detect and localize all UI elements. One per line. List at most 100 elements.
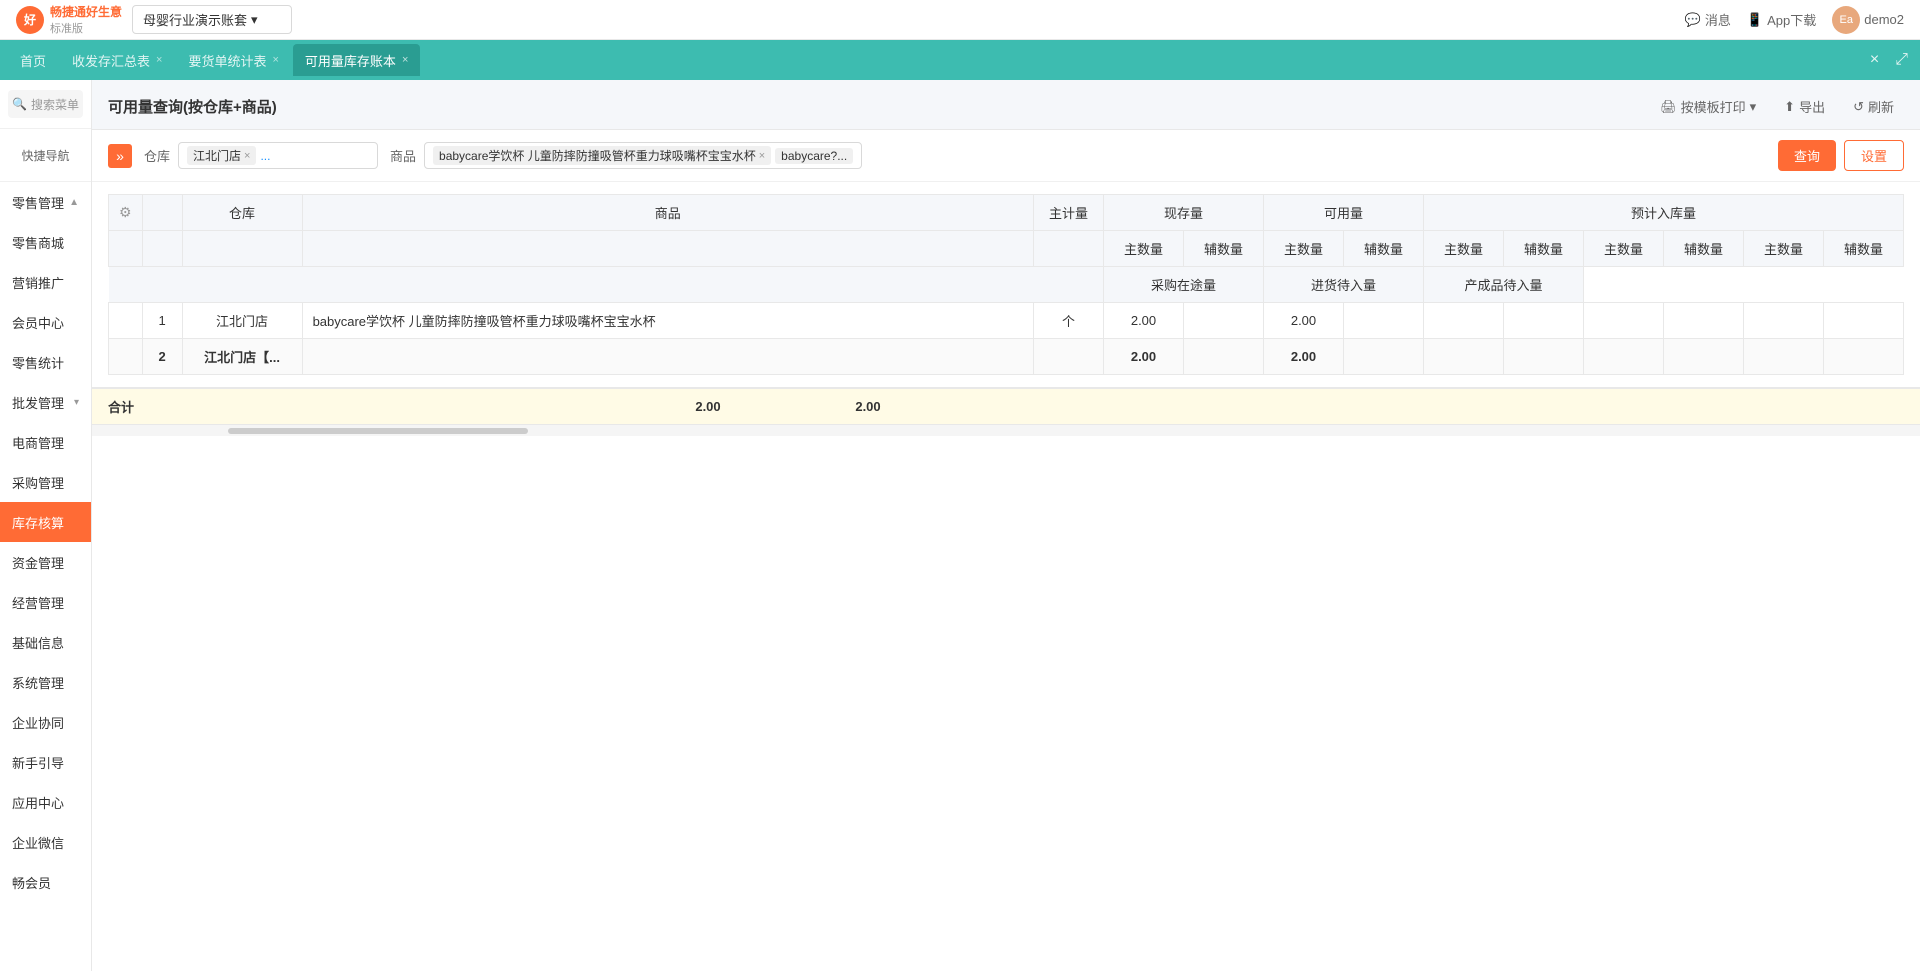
- th-available: 可用量: [1264, 195, 1424, 231]
- sidebar-item-quick-nav[interactable]: 快捷导航: [0, 137, 91, 173]
- product-filter-label: 商品: [390, 146, 416, 165]
- th2-num: [142, 231, 182, 267]
- settings-icon[interactable]: ⚙: [119, 204, 132, 220]
- th2-unit: [1034, 231, 1104, 267]
- sidebar-item-app-center[interactable]: 应用中心: [0, 782, 91, 822]
- tab-order-stats-close[interactable]: ×: [272, 54, 278, 66]
- th2-inbound-main: 主数量: [1584, 231, 1664, 267]
- message-label: 消息: [1705, 10, 1731, 29]
- cell-settings-2: [109, 339, 143, 375]
- bottom-scroll-area[interactable]: [92, 424, 1920, 436]
- sidebar-item-system-mgmt[interactable]: 系统管理: [0, 662, 91, 702]
- warehouse-filter-input[interactable]: 江北门店 × ...: [178, 142, 378, 169]
- industry-label: 母婴行业演示账套: [143, 10, 247, 29]
- th2-current-aux: 辅数量: [1184, 231, 1264, 267]
- summary-current-aux: [748, 399, 828, 414]
- sidebar-item-enterprise-collab[interactable]: 企业协同: [0, 702, 91, 742]
- product-filter-input[interactable]: babycare学饮杯 儿童防摔防撞吸管杯重力球吸嘴杯宝宝水杯 × babyca…: [424, 142, 862, 169]
- refresh-button[interactable]: ↺ 刷新: [1843, 92, 1904, 121]
- warehouse-tag-close[interactable]: ×: [244, 150, 250, 162]
- top-bar: 好 畅捷通好生意 标准版 母婴行业演示账套 ▾ 💬 消息 📱 App下载 Ea …: [0, 0, 1920, 40]
- cell-purchase-main-2: [1424, 339, 1504, 375]
- tab-order-stats-label: 要货单统计表: [188, 51, 266, 70]
- horizontal-scrollbar-thumb[interactable]: [228, 428, 528, 434]
- tab-available-stock-close[interactable]: ×: [402, 54, 408, 66]
- tab-home-label: 首页: [20, 51, 46, 70]
- query-button[interactable]: 查询: [1778, 140, 1836, 171]
- th2-purchase-transit-aux: 辅数量: [1504, 231, 1584, 267]
- chevron-down-icon: ▾: [251, 12, 258, 28]
- search-menu-button[interactable]: 🔍 搜索菜单: [8, 90, 83, 118]
- cell-inbound-aux-1: [1664, 303, 1744, 339]
- tab-receive-send-close[interactable]: ×: [156, 54, 162, 66]
- product-tag-1-close[interactable]: ×: [759, 150, 765, 162]
- cell-inbound-main-2: [1584, 339, 1664, 375]
- warehouse-more-indicator[interactable]: ...: [260, 149, 270, 163]
- filter-toggle-button[interactable]: »: [108, 144, 132, 168]
- sidebar-item-wholesale-mgmt[interactable]: 批发管理 ▾: [0, 382, 91, 422]
- sidebar-item-retail-mgmt[interactable]: 零售管理 ▲: [0, 182, 91, 222]
- export-icon: ⬆: [1784, 99, 1795, 115]
- sidebar-item-purchase-mgmt[interactable]: 采购管理: [0, 462, 91, 502]
- tab-available-stock[interactable]: 可用量库存账本 ×: [293, 44, 420, 76]
- sidebar-item-member-vip[interactable]: 畅会员: [0, 862, 91, 902]
- search-menu-label: 搜索菜单: [31, 96, 79, 113]
- filter-actions: 查询 设置: [1778, 140, 1904, 171]
- th3-group1: [109, 267, 1104, 303]
- sidebar-item-retail-stats[interactable]: 零售统计: [0, 342, 91, 382]
- tab-close-all-btn[interactable]: ×: [1866, 47, 1883, 73]
- message-action[interactable]: 💬 消息: [1685, 10, 1731, 29]
- sidebar-item-new-guide[interactable]: 新手引导: [0, 742, 91, 782]
- setting-button[interactable]: 设置: [1844, 140, 1904, 171]
- th2-available-aux: 辅数量: [1344, 231, 1424, 267]
- cell-purchase-main-1: [1424, 303, 1504, 339]
- cell-production-main-1: [1744, 303, 1824, 339]
- app-download-action[interactable]: 📱 App下载: [1747, 10, 1816, 29]
- user-profile[interactable]: Ea demo2: [1832, 6, 1904, 34]
- cell-num-2: 2: [142, 339, 182, 375]
- th-current-stock: 现存量: [1104, 195, 1264, 231]
- sidebar-item-basic-info[interactable]: 基础信息: [0, 622, 91, 662]
- tab-receive-send-label: 收发存汇总表: [72, 51, 150, 70]
- main-layout: 🔍 搜索菜单 快捷导航 零售管理 ▲ 零售商城 营销推广 会员中心 零售统计 批…: [0, 80, 1920, 971]
- summary-current-main: 2.00: [668, 399, 748, 414]
- cell-available-main-2: 2.00: [1264, 339, 1344, 375]
- sidebar-item-enterprise-wechat[interactable]: 企业微信: [0, 822, 91, 862]
- th-warehouse: 仓库: [182, 195, 302, 231]
- logo-sub-text: 标准版: [50, 20, 122, 36]
- sidebar-item-inventory-check[interactable]: 库存核算: [0, 502, 91, 542]
- cell-current-main-1: 2.00: [1104, 303, 1184, 339]
- tab-maximize-btn[interactable]: ⤢: [1891, 47, 1912, 73]
- th-product: 商品: [302, 195, 1033, 231]
- export-button[interactable]: ⬆ 导出: [1774, 92, 1835, 121]
- top-bar-right: 💬 消息 📱 App下载 Ea demo2: [1685, 6, 1904, 34]
- sidebar-item-finance-mgmt[interactable]: 资金管理: [0, 542, 91, 582]
- th-settings: ⚙: [109, 195, 143, 231]
- sidebar-item-marketing[interactable]: 营销推广: [0, 262, 91, 302]
- product-filter-group: 商品 babycare学饮杯 儿童防摔防撞吸管杯重力球吸嘴杯宝宝水杯 × bab…: [390, 142, 862, 169]
- cell-production-aux-2: [1824, 339, 1904, 375]
- sidebar-item-operation-mgmt[interactable]: 经营管理: [0, 582, 91, 622]
- table-row: 1 江北门店 babycare学饮杯 儿童防摔防撞吸管杯重力球吸嘴杯宝宝水杯 个: [109, 303, 1904, 339]
- warehouse-filter-group: 仓库 江北门店 × ...: [144, 142, 378, 169]
- cell-inbound-aux-2: [1664, 339, 1744, 375]
- cell-purchase-aux-2: [1504, 339, 1584, 375]
- cell-warehouse-2: 江北门店【...: [182, 339, 302, 375]
- tab-home[interactable]: 首页: [8, 44, 58, 76]
- cell-settings-1: [109, 303, 143, 339]
- cell-purchase-aux-1: [1504, 303, 1584, 339]
- summary-available-main: 2.00: [828, 399, 908, 414]
- th-num: [142, 195, 182, 231]
- sidebar-item-retail-mall[interactable]: 零售商城: [0, 222, 91, 262]
- cell-product-1: babycare学饮杯 儿童防摔防撞吸管杯重力球吸嘴杯宝宝水杯: [302, 303, 1033, 339]
- cell-num-1: 1: [142, 303, 182, 339]
- cell-available-aux-1: [1344, 303, 1424, 339]
- sidebar-item-ecommerce-mgmt[interactable]: 电商管理: [0, 422, 91, 462]
- th-main-unit: 主计量: [1034, 195, 1104, 231]
- industry-selector[interactable]: 母婴行业演示账套 ▾: [132, 5, 292, 34]
- template-print-button[interactable]: 🖨 按模板打印 ▾: [1650, 92, 1766, 121]
- tab-receive-send[interactable]: 收发存汇总表 ×: [60, 44, 174, 76]
- tab-order-stats[interactable]: 要货单统计表 ×: [176, 44, 290, 76]
- sidebar-item-member-center[interactable]: 会员中心: [0, 302, 91, 342]
- th2-warehouse: [182, 231, 302, 267]
